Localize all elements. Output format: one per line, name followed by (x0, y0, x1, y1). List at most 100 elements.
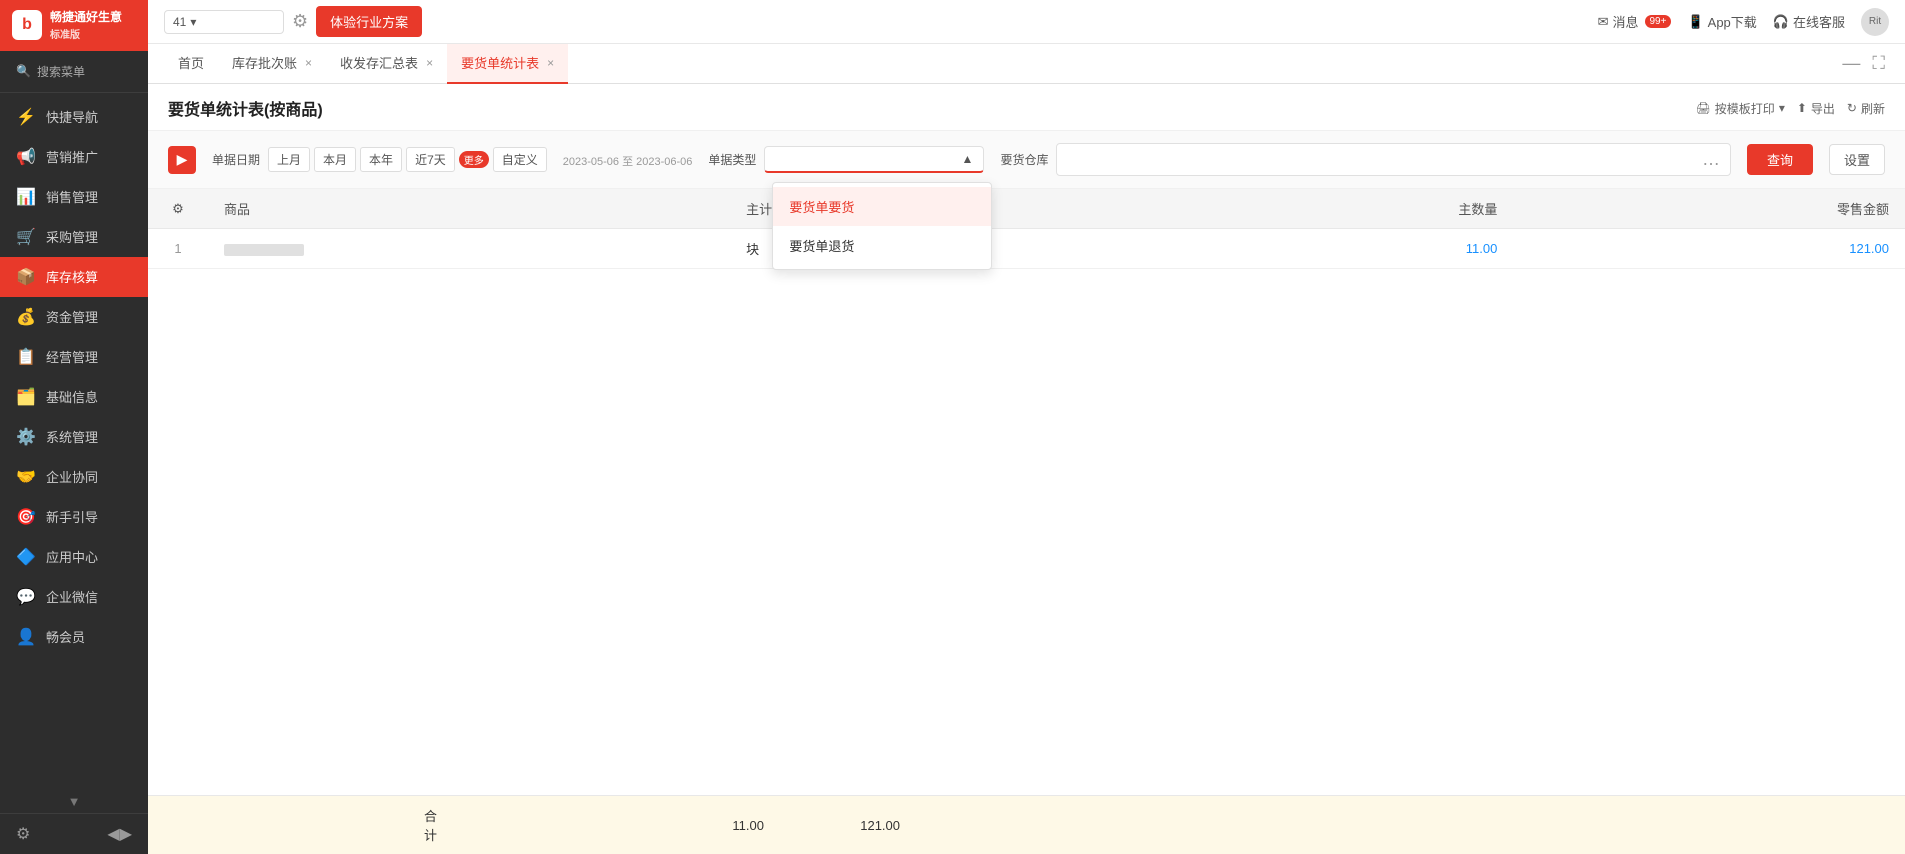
type-select-chevron-up: ▲ (962, 152, 974, 166)
header-right: ✉ 消息 99+ 📱 App下载 🎧 在线客服 Rit (1598, 8, 1889, 36)
tab-expand-btn[interactable]: ⛶ (1868, 49, 1889, 78)
sidebar-item-marketing[interactable]: 📢 营销推广 (0, 137, 148, 177)
gear-settings-icon[interactable]: ⚙ (292, 11, 308, 32)
sidebar-item-system[interactable]: ⚙️ 系统管理 (0, 417, 148, 457)
sidebar-item-basic-info[interactable]: 🗂️ 基础信息 (0, 377, 148, 417)
sidebar-bottom: ⚙ ◀▶ (0, 813, 148, 854)
inventory-icon: 📦 (16, 267, 36, 287)
sidebar-item-label: 应用中心 (46, 547, 98, 566)
row-amount[interactable]: 121.00 (1513, 229, 1905, 269)
sidebar-scroll-down[interactable]: ▼ (0, 790, 148, 813)
date-btn-last-month[interactable]: 上月 (268, 147, 310, 172)
tab-batch-account[interactable]: 库存批次账 × (218, 44, 326, 84)
col-amount: 零售金额 (1513, 189, 1905, 229)
sidebar-item-operations[interactable]: 📋 经营管理 (0, 337, 148, 377)
row-index: 1 (148, 229, 208, 269)
tab-invoice-summary[interactable]: 收发存汇总表 × (326, 44, 447, 84)
sidebar-item-member[interactable]: 👤 畅会员 (0, 617, 148, 657)
sidebar-item-label: 企业微信 (46, 587, 98, 606)
sales-icon: 📊 (16, 187, 36, 207)
query-btn[interactable]: 查询 (1747, 144, 1813, 175)
export-btn[interactable]: ⬆ 导出 (1797, 100, 1835, 117)
sidebar-item-finance[interactable]: 💰 资金管理 (0, 297, 148, 337)
dropdown-item-order-goods[interactable]: 要货单要货 (773, 187, 991, 226)
sidebar-item-enterprise-wechat[interactable]: 💬 企业微信 (0, 577, 148, 617)
type-select[interactable]: ▲ (764, 146, 984, 173)
col-gear[interactable]: ⚙ (148, 189, 208, 229)
search-menu-btn[interactable]: 🔍 搜索菜单 (10, 59, 138, 84)
tab-minimize-btn[interactable]: — (1838, 49, 1864, 78)
date-filter-label: 单据日期 (212, 151, 260, 168)
user-avatar-btn[interactable]: Rit (1861, 8, 1889, 36)
warehouse-filter-group: 要货仓库 … (1000, 143, 1731, 176)
purchase-icon: 🛒 (16, 227, 36, 247)
table-row: 1 块 11.00 121.00 (148, 229, 1905, 269)
page-title-bar: 要货单统计表(按商品) 🖨 按模板打印 ▾ ⬆ 导出 ↻ 刷新 (148, 84, 1905, 131)
app-download-label: App下载 (1708, 12, 1757, 31)
sidebar-item-label: 系统管理 (46, 427, 98, 446)
date-filter-group: 单据日期 上月 本月 本年 近7天 更多 自定义 2023-05-06 至 20… (212, 147, 692, 172)
date-btn-this-month[interactable]: 本月 (314, 147, 356, 172)
sidebar-item-purchase[interactable]: 🛒 采购管理 (0, 217, 148, 257)
type-filter-label: 单据类型 (708, 151, 756, 168)
app-logo-icon: b (12, 10, 42, 40)
tab-label: 要货单统计表 (461, 53, 539, 72)
sidebar-item-app-center[interactable]: 🔷 应用中心 (0, 537, 148, 577)
guide-icon: 🎯 (16, 507, 36, 527)
type-filter-group: 单据类型 ▲ 要货单要货 要货单退货 (708, 146, 984, 173)
date-btn-this-year[interactable]: 本年 (360, 147, 402, 172)
headset-icon: 🎧 (1773, 14, 1789, 30)
main-area: 41 ▾ ⚙ 体验行业方案 ✉ 消息 99+ 📱 App下载 🎧 在线客服 (148, 0, 1905, 854)
row-product (208, 229, 730, 269)
notification-icon: ✉ (1598, 14, 1609, 30)
app-download-btn[interactable]: 📱 App下载 (1687, 12, 1756, 31)
column-settings-icon[interactable]: ⚙ (172, 201, 184, 216)
sidebar-item-enterprise[interactable]: 🤝 企业协同 (0, 457, 148, 497)
app-center-icon: 🔷 (16, 547, 36, 567)
tab-home[interactable]: 首页 (164, 44, 218, 84)
footer-quantity: 11.00 (644, 818, 764, 833)
app-version: 标准版 (50, 26, 122, 41)
row-quantity[interactable]: 11.00 (1182, 229, 1513, 269)
tab-close-invoice[interactable]: × (426, 56, 433, 70)
date-buttons: 上月 本月 本年 近7天 更多 自定义 (268, 147, 547, 172)
export-label: 导出 (1811, 100, 1835, 117)
industry-btn[interactable]: 体验行业方案 (316, 6, 422, 37)
tab-order-summary[interactable]: 要货单统计表 × (447, 44, 568, 84)
warehouse-filter-label: 要货仓库 (1000, 151, 1048, 168)
date-btn-7days[interactable]: 近7天 (406, 147, 455, 172)
sidebar-item-sales[interactable]: 📊 销售管理 (0, 177, 148, 217)
finance-icon: 💰 (16, 307, 36, 327)
dropdown-item-order-return[interactable]: 要货单退货 (773, 226, 991, 265)
print-label: 按模板打印 (1715, 100, 1775, 117)
enterprise-icon: 🤝 (16, 467, 36, 487)
sidebar-item-label: 营销推广 (46, 147, 98, 166)
warehouse-select[interactable]: … (1056, 143, 1731, 176)
settings-btn[interactable]: 设置 (1829, 144, 1885, 175)
col-quantity: 主数量 (1182, 189, 1513, 229)
date-btn-custom[interactable]: 自定义 (493, 147, 547, 172)
sidebar-item-quick-nav[interactable]: ⚡ 快捷导航 (0, 97, 148, 137)
notification-label: 消息 (1612, 12, 1638, 31)
tenant-selector[interactable]: 41 ▾ (164, 10, 284, 34)
refresh-btn[interactable]: ↻ 刷新 (1847, 100, 1885, 117)
print-btn[interactable]: 🖨 按模板打印 ▾ (1696, 100, 1785, 117)
tab-label: 收发存汇总表 (340, 53, 418, 72)
online-service-btn[interactable]: 🎧 在线客服 (1773, 12, 1845, 31)
quick-nav-icon: ⚡ (16, 107, 36, 127)
notification-btn[interactable]: ✉ 消息 99+ (1598, 12, 1672, 31)
sidebar-item-guide[interactable]: 🎯 新手引导 (0, 497, 148, 537)
sidebar-item-inventory[interactable]: 📦 库存核算 (0, 257, 148, 297)
tab-close-order-summary[interactable]: × (547, 56, 554, 70)
tab-close-batch-account[interactable]: × (305, 56, 312, 70)
settings-icon[interactable]: ⚙ (16, 824, 30, 844)
sidebar-item-label: 采购管理 (46, 227, 98, 246)
filter-expand-btn[interactable]: ▶ (168, 146, 196, 174)
warehouse-more-btn: … (1702, 149, 1720, 170)
date-more-badge: 更多 (459, 151, 489, 168)
print-icon: 🖨 (1696, 101, 1711, 115)
type-dropdown-menu: 要货单要货 要货单退货 (772, 182, 992, 270)
table-footer: 合计 11.00 121.00 (148, 795, 1905, 854)
marketing-icon: 📢 (16, 147, 36, 167)
collapse-icon[interactable]: ◀▶ (107, 824, 132, 844)
